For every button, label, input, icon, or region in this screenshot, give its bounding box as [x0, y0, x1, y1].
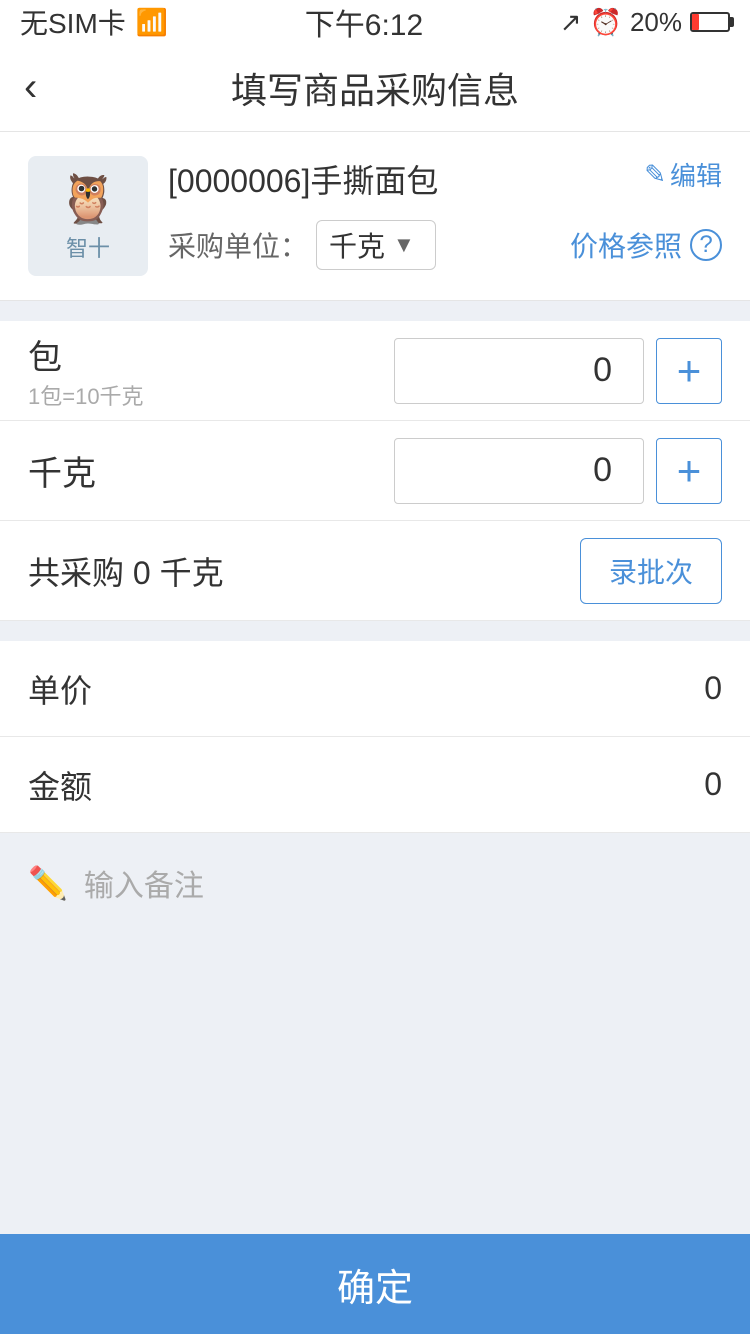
kg-main-label: 千克 [28, 446, 148, 495]
bao-input-right: + [148, 338, 722, 404]
status-left: 无SIM卡 📶 [20, 2, 168, 42]
back-button[interactable]: ‹ [24, 65, 37, 110]
product-unit-row: 采购单位： 千克 ▼ 价格参照 ? [168, 220, 722, 270]
product-card: 🦉 智十 [0000006]手撕面包 ✎ 编辑 采购单位： 千克 ▼ 价格参照 [0, 132, 750, 301]
section-divider-1 [0, 301, 750, 321]
unit-select-value: 千克 [329, 225, 385, 265]
kg-plus-button[interactable]: + [656, 438, 722, 504]
product-owl-icon: 🦉 [58, 170, 118, 227]
remark-section[interactable]: ✏️ 输入备注 [0, 833, 750, 933]
unit-price-value: 0 [704, 670, 722, 707]
alarm-icon: ⏰ [590, 7, 622, 38]
bao-plus-button[interactable]: + [656, 338, 722, 404]
kg-input-row: 千克 + [0, 421, 750, 521]
price-ref-button[interactable]: 价格参照 ? [570, 225, 722, 265]
product-info: [0000006]手撕面包 ✎ 编辑 采购单位： 千克 ▼ 价格参照 ? [168, 156, 722, 270]
battery-indicator [690, 12, 730, 32]
edit-icon: ✎ [644, 159, 666, 190]
amount-label: 金额 [28, 762, 92, 808]
battery-fill [692, 14, 699, 30]
bao-sub-label: 1包=10千克 [28, 379, 148, 411]
amount-value: 0 [704, 766, 722, 803]
batch-button[interactable]: 录批次 [580, 538, 722, 604]
unit-prefix: 采购单位： [168, 225, 308, 265]
product-name: [0000006]手撕面包 [168, 156, 438, 202]
bao-input-row: 包 1包=10千克 + [0, 321, 750, 421]
input-section: 包 1包=10千克 + 千克 + 共采购 0 千克 录批次 [0, 321, 750, 621]
unit-price-label: 单价 [28, 666, 92, 712]
total-text: 共采购 0 千克 [28, 548, 224, 594]
status-bar: 无SIM卡 📶 下午6:12 ↗ ⏰ 20% [0, 0, 750, 44]
wifi-icon: 📶 [136, 7, 168, 38]
kg-input-right: + [148, 438, 722, 504]
kg-label-group: 千克 [28, 446, 148, 495]
confirm-section[interactable]: 确定 [0, 1234, 750, 1334]
carrier-text: 无SIM卡 [20, 2, 126, 42]
bao-quantity-input[interactable] [394, 338, 644, 404]
unit-select-dropdown[interactable]: 千克 ▼ [316, 220, 436, 270]
total-row: 共采购 0 千克 录批次 [0, 521, 750, 621]
dropdown-arrow-icon: ▼ [393, 232, 415, 258]
page-title: 填写商品采购信息 [231, 62, 519, 114]
product-image: 🦉 智十 [28, 156, 148, 276]
help-icon: ? [690, 229, 722, 261]
info-section: 单价 0 金额 0 [0, 641, 750, 833]
pencil-icon: ✏️ [28, 864, 68, 902]
status-right: ↗ ⏰ 20% [560, 7, 730, 38]
edit-button[interactable]: ✎ 编辑 [644, 156, 722, 193]
time-display: 下午6:12 [305, 0, 423, 44]
amount-row: 金额 0 [0, 737, 750, 833]
kg-quantity-input[interactable] [394, 438, 644, 504]
unit-price-row: 单价 0 [0, 641, 750, 737]
section-divider-2 [0, 621, 750, 641]
product-header: [0000006]手撕面包 ✎ 编辑 [168, 156, 722, 202]
bao-main-label: 包 [28, 330, 148, 379]
confirm-button[interactable]: 确定 [337, 1257, 413, 1312]
battery-percent: 20% [630, 7, 682, 38]
bao-label-group: 包 1包=10千克 [28, 330, 148, 411]
nav-bar: ‹ 填写商品采购信息 [0, 44, 750, 132]
price-ref-label: 价格参照 [570, 225, 682, 265]
remark-placeholder: 输入备注 [84, 861, 204, 905]
product-img-label: 智十 [66, 231, 110, 263]
location-icon: ↗ [560, 7, 582, 38]
